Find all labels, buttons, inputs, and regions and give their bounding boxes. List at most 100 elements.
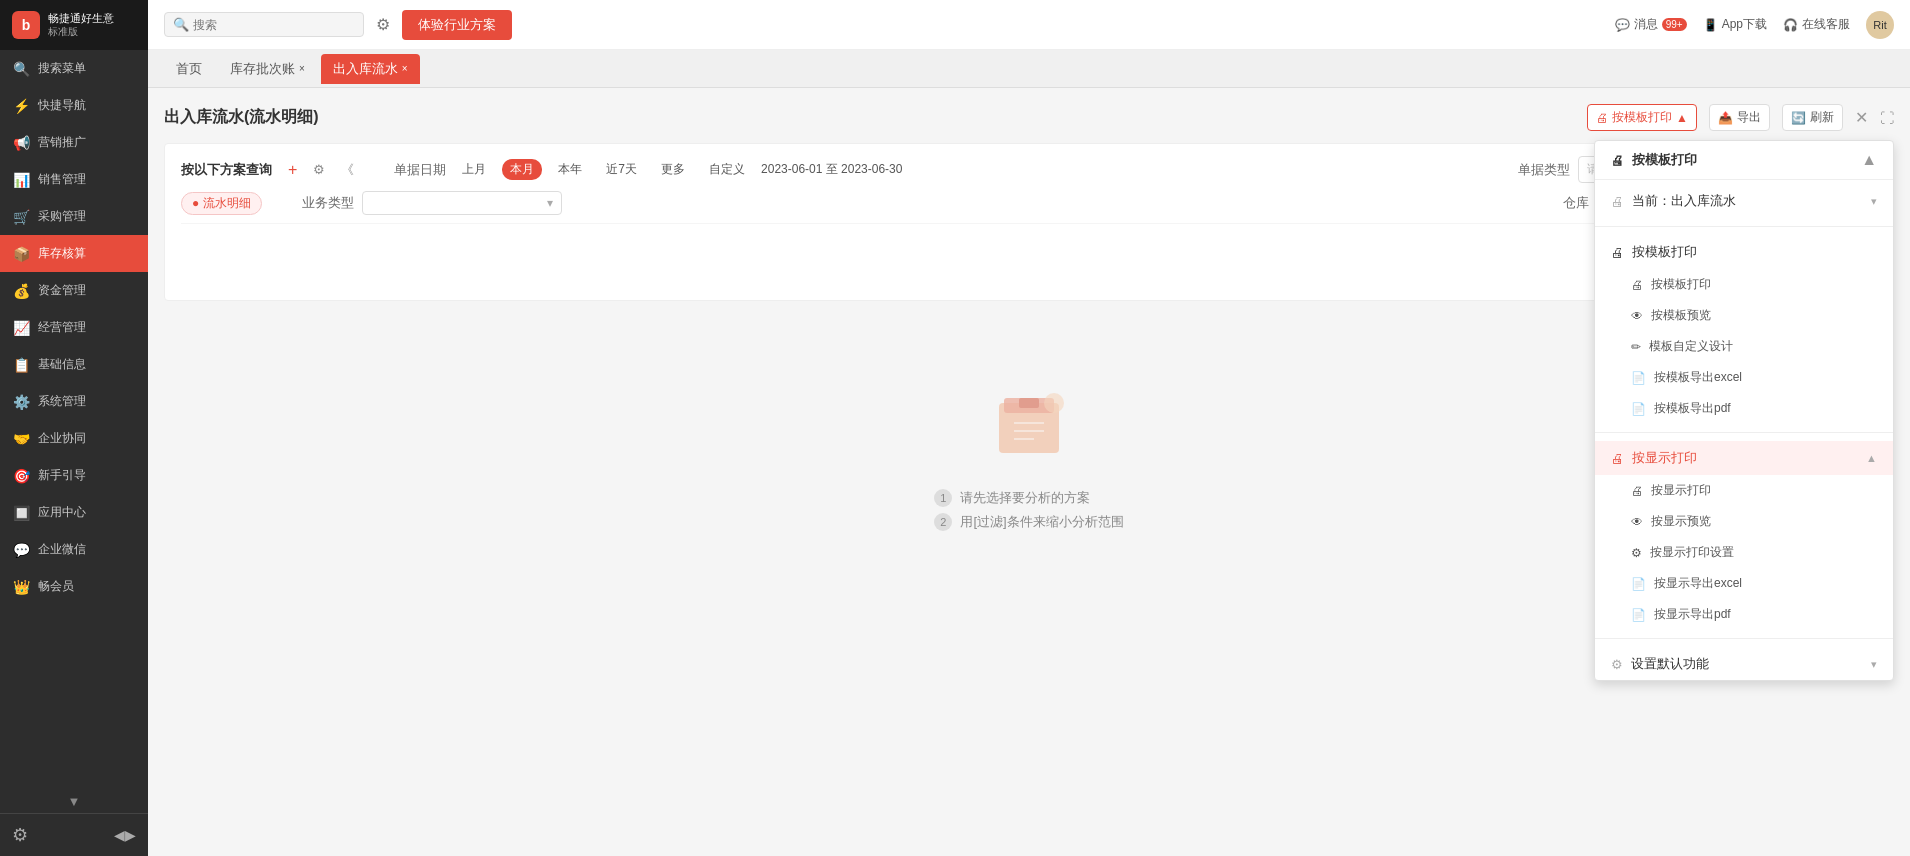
app-download-button[interactable]: 📱 App下载 — [1703, 16, 1767, 33]
sidebar-item-marketing[interactable]: 📢营销推广 — [0, 124, 148, 161]
tab-batch-account[interactable]: 库存批次账× — [218, 54, 317, 84]
template-design-item[interactable]: ✏ 模板自定义设计 — [1595, 331, 1893, 362]
print-icon: 🖨 — [1596, 111, 1608, 125]
sidebar-settings-icon[interactable]: ⚙ — [12, 824, 28, 846]
sidebar-item-label: 资金管理 — [38, 282, 86, 299]
page-close-button[interactable]: ✕ — [1855, 108, 1868, 127]
sidebar-footer: ⚙ ◀▶ — [0, 813, 148, 856]
date-opt-more[interactable]: 更多 — [653, 159, 693, 180]
template-pdf-icon: 📄 — [1631, 402, 1646, 416]
template-excel-item[interactable]: 📄 按模板导出excel — [1595, 362, 1893, 393]
template-print-item-icon: 🖨 — [1631, 278, 1643, 292]
guide-icon: 🎯 — [12, 468, 30, 484]
online-service-label: 在线客服 — [1802, 16, 1850, 33]
template-pdf-label: 按模板导出pdf — [1654, 400, 1731, 417]
sidebar-item-label: 搜索菜单 — [38, 60, 86, 77]
empty-step-2: 2 用[过滤]条件来缩小分析范围 — [934, 513, 1123, 531]
template-print-icon: 🖨 — [1611, 245, 1624, 260]
app-download-label: App下载 — [1722, 16, 1767, 33]
date-opt-this-month[interactable]: 本月 — [502, 159, 542, 180]
export-button[interactable]: 📤 导出 — [1709, 104, 1770, 131]
default-chevron: ▾ — [1871, 658, 1877, 671]
template-print-header[interactable]: 🖨 按模板打印 — [1595, 235, 1893, 269]
display-print-icon: 🖨 — [1611, 451, 1624, 466]
date-opt-last-month[interactable]: 上月 — [454, 159, 494, 180]
page-expand-button[interactable]: ⛶ — [1880, 110, 1894, 126]
default-section: ⚙ 设置默认功能 ▾ — [1595, 643, 1893, 680]
current-icon: 🖨 — [1611, 194, 1624, 209]
tab-inout-flow[interactable]: 出入库流水× — [321, 54, 420, 84]
sidebar-item-inventory[interactable]: 📦库存核算 — [0, 235, 148, 272]
filter-settings-icon[interactable]: ⚙ — [313, 162, 325, 177]
sidebar-item-enterprise[interactable]: 🤝企业协同 — [0, 420, 148, 457]
sidebar-item-finance[interactable]: 💰资金管理 — [0, 272, 148, 309]
sidebar-item-system[interactable]: ⚙️系统管理 — [0, 383, 148, 420]
sidebar-item-operations[interactable]: 📈经营管理 — [0, 309, 148, 346]
sidebar-item-member[interactable]: 👑畅会员 — [0, 568, 148, 605]
sidebar-item-label: 系统管理 — [38, 393, 86, 410]
sidebar-item-purchase[interactable]: 🛒采购管理 — [0, 198, 148, 235]
sidebar-item-label: 营销推广 — [38, 134, 86, 151]
dropdown-close-button[interactable]: ▲ — [1861, 151, 1877, 169]
print-icon-header: 🖨 — [1611, 153, 1624, 168]
page-actions: 🖨 按模板打印 ▲ 📤 导出 🔄 刷新 ✕ ⛶ — [1587, 104, 1894, 131]
refresh-button[interactable]: 🔄 刷新 — [1782, 104, 1843, 131]
message-button[interactable]: 💬 消息 99+ — [1615, 16, 1687, 33]
filter-add-icon[interactable]: + — [288, 161, 297, 179]
sidebar-item-apps[interactable]: 🔲应用中心 — [0, 494, 148, 531]
sidebar-nav: 🔍 搜索菜单 ⚡快捷导航📢营销推广 📊 销售管理 🛒采购管理📦库存核算💰资金管理📈经营管理… — [0, 50, 148, 790]
sidebar-scroll-down[interactable]: ▼ — [0, 790, 148, 813]
template-preview-label: 按模板预览 — [1651, 307, 1711, 324]
display-print-section: 🖨 按显示打印 ▲ 🖨 按显示打印 👁 按显示预览 ⚙ 按显示打印设置 — [1595, 437, 1893, 634]
template-preview-item[interactable]: 👁 按模板预览 — [1595, 300, 1893, 331]
display-excel-item[interactable]: 📄 按显示导出excel — [1595, 568, 1893, 599]
default-section-header[interactable]: ⚙ 设置默认功能 ▾ — [1595, 647, 1893, 680]
display-pdf-icon: 📄 — [1631, 608, 1646, 622]
template-print-item[interactable]: 🖨 按模板打印 — [1595, 269, 1893, 300]
current-label: 当前：出入库流水 — [1632, 192, 1736, 210]
industry-solution-button[interactable]: 体验行业方案 — [402, 10, 512, 40]
sidebar-item-guide[interactable]: 🎯新手引导 — [0, 457, 148, 494]
topbar-gear-icon[interactable]: ⚙ — [376, 15, 390, 34]
tab-home[interactable]: 首页 — [164, 54, 214, 84]
business-type-select[interactable]: ▾ — [362, 191, 562, 215]
tab-close-inout-flow[interactable]: × — [402, 63, 408, 74]
empty-icon — [979, 373, 1079, 473]
message-badge: 99+ — [1662, 18, 1687, 31]
sidebar-item-quick-nav[interactable]: ⚡快捷导航 — [0, 87, 148, 124]
tab-close-batch-account[interactable]: × — [299, 63, 305, 74]
sidebar-item-basic[interactable]: 📋基础信息 — [0, 346, 148, 383]
current-chevron: ▾ — [1871, 195, 1877, 208]
topbar-search[interactable]: 🔍 — [164, 12, 364, 37]
date-opt-custom[interactable]: 自定义 — [701, 159, 753, 180]
date-opt-last-7[interactable]: 近7天 — [598, 159, 645, 180]
filter-tag-flow[interactable]: ● 流水明细 — [181, 192, 262, 215]
template-pdf-item[interactable]: 📄 按模板导出pdf — [1595, 393, 1893, 424]
sidebar-item-sales[interactable]: 📊 销售管理 — [0, 161, 148, 198]
date-label: 单据日期 — [394, 161, 446, 179]
display-print-item[interactable]: 🖨 按显示打印 — [1595, 475, 1893, 506]
sidebar-item-search[interactable]: 🔍 搜索菜单 — [0, 50, 148, 87]
app-name: 畅捷通好生意 — [48, 11, 114, 25]
display-pdf-item[interactable]: 📄 按显示导出pdf — [1595, 599, 1893, 630]
current-section: 🖨 当前：出入库流水 ▾ — [1595, 180, 1893, 222]
online-service-button[interactable]: 🎧 在线客服 — [1783, 16, 1850, 33]
date-opt-this-year[interactable]: 本年 — [550, 159, 590, 180]
search-icon: 🔍 — [12, 61, 30, 77]
display-print-header[interactable]: 🖨 按显示打印 ▲ — [1595, 441, 1893, 475]
display-preview-item[interactable]: 👁 按显示预览 — [1595, 506, 1893, 537]
display-print-settings-item[interactable]: ⚙ 按显示打印设置 — [1595, 537, 1893, 568]
sales-icon: 📊 — [12, 172, 30, 188]
search-input[interactable] — [193, 18, 333, 32]
svg-point-6 — [1044, 393, 1064, 413]
display-print-item-icon: 🖨 — [1631, 484, 1643, 498]
filter-collapse-left-icon[interactable]: 《 — [341, 161, 354, 179]
current-section-header[interactable]: 🖨 当前：出入库流水 ▾ — [1595, 184, 1893, 218]
user-avatar[interactable]: Rit — [1866, 11, 1894, 39]
print-template-button[interactable]: 🖨 按模板打印 ▲ — [1587, 104, 1697, 131]
sidebar-item-label: 销售管理 — [38, 171, 86, 188]
page-content: 出入库流水(流水明细) 🖨 按模板打印 ▲ 📤 导出 🔄 刷新 ✕ ⛶ — [148, 88, 1910, 856]
sidebar-item-wechat[interactable]: 💬企业微信 — [0, 531, 148, 568]
apps-icon: 🔲 — [12, 505, 30, 521]
sidebar-toggle-icon[interactable]: ◀▶ — [114, 827, 136, 843]
